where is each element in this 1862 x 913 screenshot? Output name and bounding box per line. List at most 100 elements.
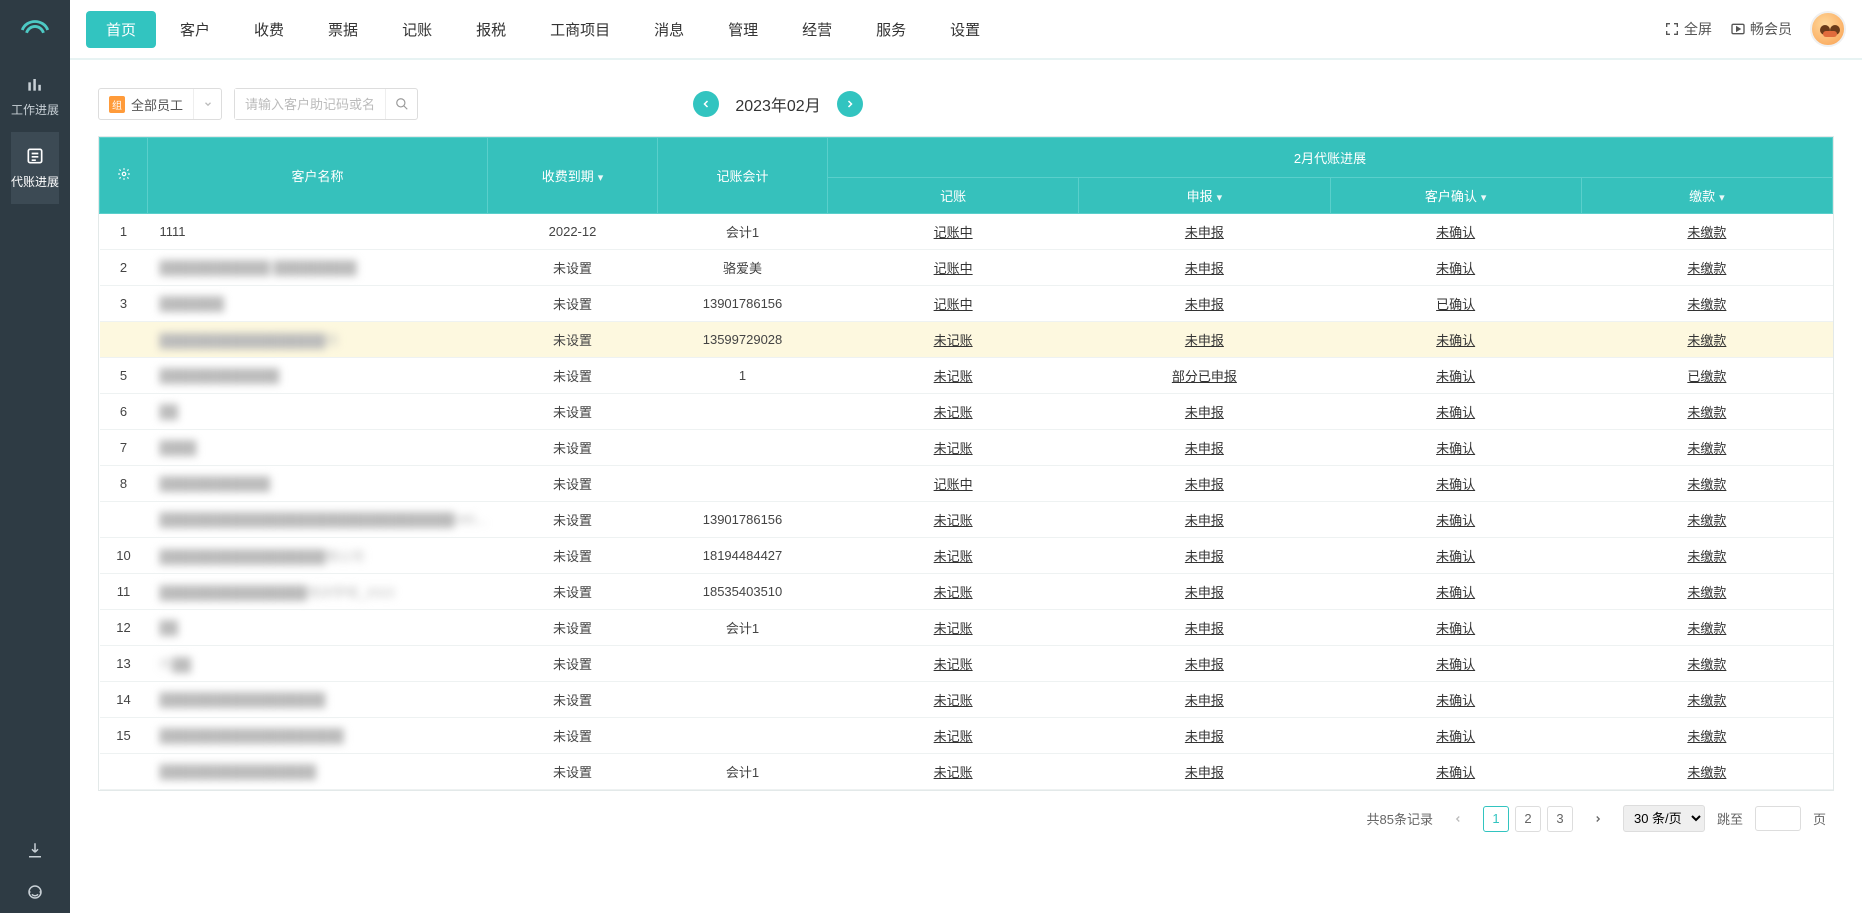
table-row[interactable]: 14██████████████████未设置未记账未申报未确认未缴款	[100, 682, 1833, 718]
user-avatar[interactable]	[1810, 11, 1846, 47]
payment-link[interactable]: 未缴款	[1687, 621, 1726, 636]
shenbao-link[interactable]: 未申报	[1185, 441, 1224, 456]
jizhang-link[interactable]: 未记账	[934, 585, 973, 600]
page-size-select[interactable]: 30 条/页	[1623, 805, 1705, 832]
support-icon[interactable]	[0, 871, 70, 913]
table-row[interactable]: 3███████未设置13901786156记账中未申报已确认未缴款	[100, 286, 1833, 322]
shenbao-link[interactable]: 未申报	[1185, 477, 1224, 492]
sidebar-item-1[interactable]: 代账进展	[11, 132, 59, 204]
table-row[interactable]: 2████████████ █████████未设置骆爱美记账中未申报未确认未缴…	[100, 250, 1833, 286]
nav-item-8[interactable]: 管理	[708, 11, 778, 48]
table-row[interactable]: ██████████████████司未设置13599729028未记账未申报未…	[100, 322, 1833, 358]
jizhang-link[interactable]: 记账中	[934, 261, 973, 276]
col-confirm[interactable]: 客户确认▾	[1330, 178, 1581, 214]
shenbao-link[interactable]: 未申报	[1185, 765, 1224, 780]
table-row[interactable]: 12██未设置会计1未记账未申报未确认未缴款	[100, 610, 1833, 646]
confirm-link[interactable]: 未确认	[1436, 765, 1475, 780]
jizhang-link[interactable]: 未记账	[934, 693, 973, 708]
prev-month-button[interactable]	[693, 91, 719, 117]
confirm-link[interactable]: 已确认	[1436, 297, 1475, 312]
table-row[interactable]: 13代██未设置未记账未申报未确认未缴款	[100, 646, 1833, 682]
customer-search-input[interactable]	[235, 89, 385, 119]
page-number-1[interactable]: 1	[1483, 806, 1509, 832]
payment-link[interactable]: 未缴款	[1687, 585, 1726, 600]
confirm-link[interactable]: 未确认	[1436, 621, 1475, 636]
shenbao-link[interactable]: 未申报	[1185, 225, 1224, 240]
jizhang-link[interactable]: 记账中	[934, 297, 973, 312]
payment-link[interactable]: 未缴款	[1687, 441, 1726, 456]
col-due[interactable]: 收费到期▾	[488, 138, 658, 214]
confirm-link[interactable]: 未确认	[1436, 585, 1475, 600]
table-row[interactable]: 5█████████████未设置1未记账部分已申报未确认已缴款	[100, 358, 1833, 394]
nav-item-10[interactable]: 服务	[856, 11, 926, 48]
nav-item-11[interactable]: 设置	[930, 11, 1000, 48]
confirm-link[interactable]: 未确认	[1436, 477, 1475, 492]
shenbao-link[interactable]: 未申报	[1185, 549, 1224, 564]
jizhang-link[interactable]: 未记账	[934, 441, 973, 456]
shenbao-link[interactable]: 未申报	[1185, 513, 1224, 528]
shenbao-link[interactable]: 未申报	[1185, 405, 1224, 420]
jizhang-link[interactable]: 未记账	[934, 621, 973, 636]
confirm-link[interactable]: 未确认	[1436, 369, 1475, 384]
confirm-link[interactable]: 未确认	[1436, 225, 1475, 240]
payment-link[interactable]: 未缴款	[1687, 333, 1726, 348]
search-button[interactable]	[385, 89, 417, 119]
table-row[interactable]: ████████████████████████████████085...未设…	[100, 502, 1833, 538]
confirm-link[interactable]: 未确认	[1436, 405, 1475, 420]
jizhang-link[interactable]: 未记账	[934, 657, 973, 672]
nav-item-3[interactable]: 票据	[308, 11, 378, 48]
download-icon[interactable]	[0, 829, 70, 871]
shenbao-link[interactable]: 未申报	[1185, 333, 1224, 348]
page-number-2[interactable]: 2	[1515, 806, 1541, 832]
shenbao-link[interactable]: 部分已申报	[1172, 369, 1237, 384]
jizhang-link[interactable]: 未记账	[934, 333, 973, 348]
sidebar-item-0[interactable]: 工作进展	[11, 60, 59, 132]
jizhang-link[interactable]: 未记账	[934, 513, 973, 528]
page-number-3[interactable]: 3	[1547, 806, 1573, 832]
shenbao-link[interactable]: 未申报	[1185, 621, 1224, 636]
nav-item-9[interactable]: 经营	[782, 11, 852, 48]
payment-link[interactable]: 未缴款	[1687, 261, 1726, 276]
nav-item-7[interactable]: 消息	[634, 11, 704, 48]
jump-page-input[interactable]	[1755, 806, 1801, 831]
payment-link[interactable]: 未缴款	[1687, 225, 1726, 240]
payment-link[interactable]: 未缴款	[1687, 693, 1726, 708]
table-row[interactable]: 111112022-12会计1记账中未申报未确认未缴款	[100, 214, 1833, 250]
jizhang-link[interactable]: 记账中	[934, 477, 973, 492]
shenbao-link[interactable]: 未申报	[1185, 693, 1224, 708]
nav-item-4[interactable]: 记账	[382, 11, 452, 48]
jizhang-link[interactable]: 未记账	[934, 549, 973, 564]
table-row[interactable]: 6██未设置未记账未申报未确认未缴款	[100, 394, 1833, 430]
confirm-link[interactable]: 未确认	[1436, 441, 1475, 456]
shenbao-link[interactable]: 未申报	[1185, 657, 1224, 672]
vip-button[interactable]: 畅会员	[1730, 19, 1792, 39]
col-payment[interactable]: 缴款▾	[1581, 178, 1832, 214]
payment-link[interactable]: 未缴款	[1687, 765, 1726, 780]
jizhang-link[interactable]: 未记账	[934, 369, 973, 384]
table-row[interactable]: 7████未设置未记账未申报未确认未缴款	[100, 430, 1833, 466]
nav-item-0[interactable]: 首页	[86, 11, 156, 48]
next-page-button[interactable]	[1585, 806, 1611, 832]
table-row[interactable]: 8████████████未设置记账中未申报未确认未缴款	[100, 466, 1833, 502]
table-row[interactable]: 11████████████████培训学校_2022未设置1853540351…	[100, 574, 1833, 610]
shenbao-link[interactable]: 未申报	[1185, 297, 1224, 312]
table-row[interactable]: 15████████████████████未设置未记账未申报未确认未缴款	[100, 718, 1833, 754]
shenbao-link[interactable]: 未申报	[1185, 585, 1224, 600]
nav-item-6[interactable]: 工商项目	[530, 11, 630, 48]
nav-item-5[interactable]: 报税	[456, 11, 526, 48]
payment-link[interactable]: 未缴款	[1687, 549, 1726, 564]
payment-link[interactable]: 未缴款	[1687, 477, 1726, 492]
shenbao-link[interactable]: 未申报	[1185, 261, 1224, 276]
payment-link[interactable]: 未缴款	[1687, 297, 1726, 312]
next-month-button[interactable]	[837, 91, 863, 117]
employee-filter[interactable]: 组 全部员工	[98, 88, 222, 120]
jizhang-link[interactable]: 记账中	[934, 225, 973, 240]
fullscreen-button[interactable]: 全屏	[1664, 19, 1712, 39]
payment-link[interactable]: 未缴款	[1687, 405, 1726, 420]
payment-link[interactable]: 已缴款	[1687, 369, 1726, 384]
confirm-link[interactable]: 未确认	[1436, 333, 1475, 348]
confirm-link[interactable]: 未确认	[1436, 513, 1475, 528]
col-shenbao[interactable]: 申报▾	[1079, 178, 1330, 214]
shenbao-link[interactable]: 未申报	[1185, 729, 1224, 744]
confirm-link[interactable]: 未确认	[1436, 693, 1475, 708]
